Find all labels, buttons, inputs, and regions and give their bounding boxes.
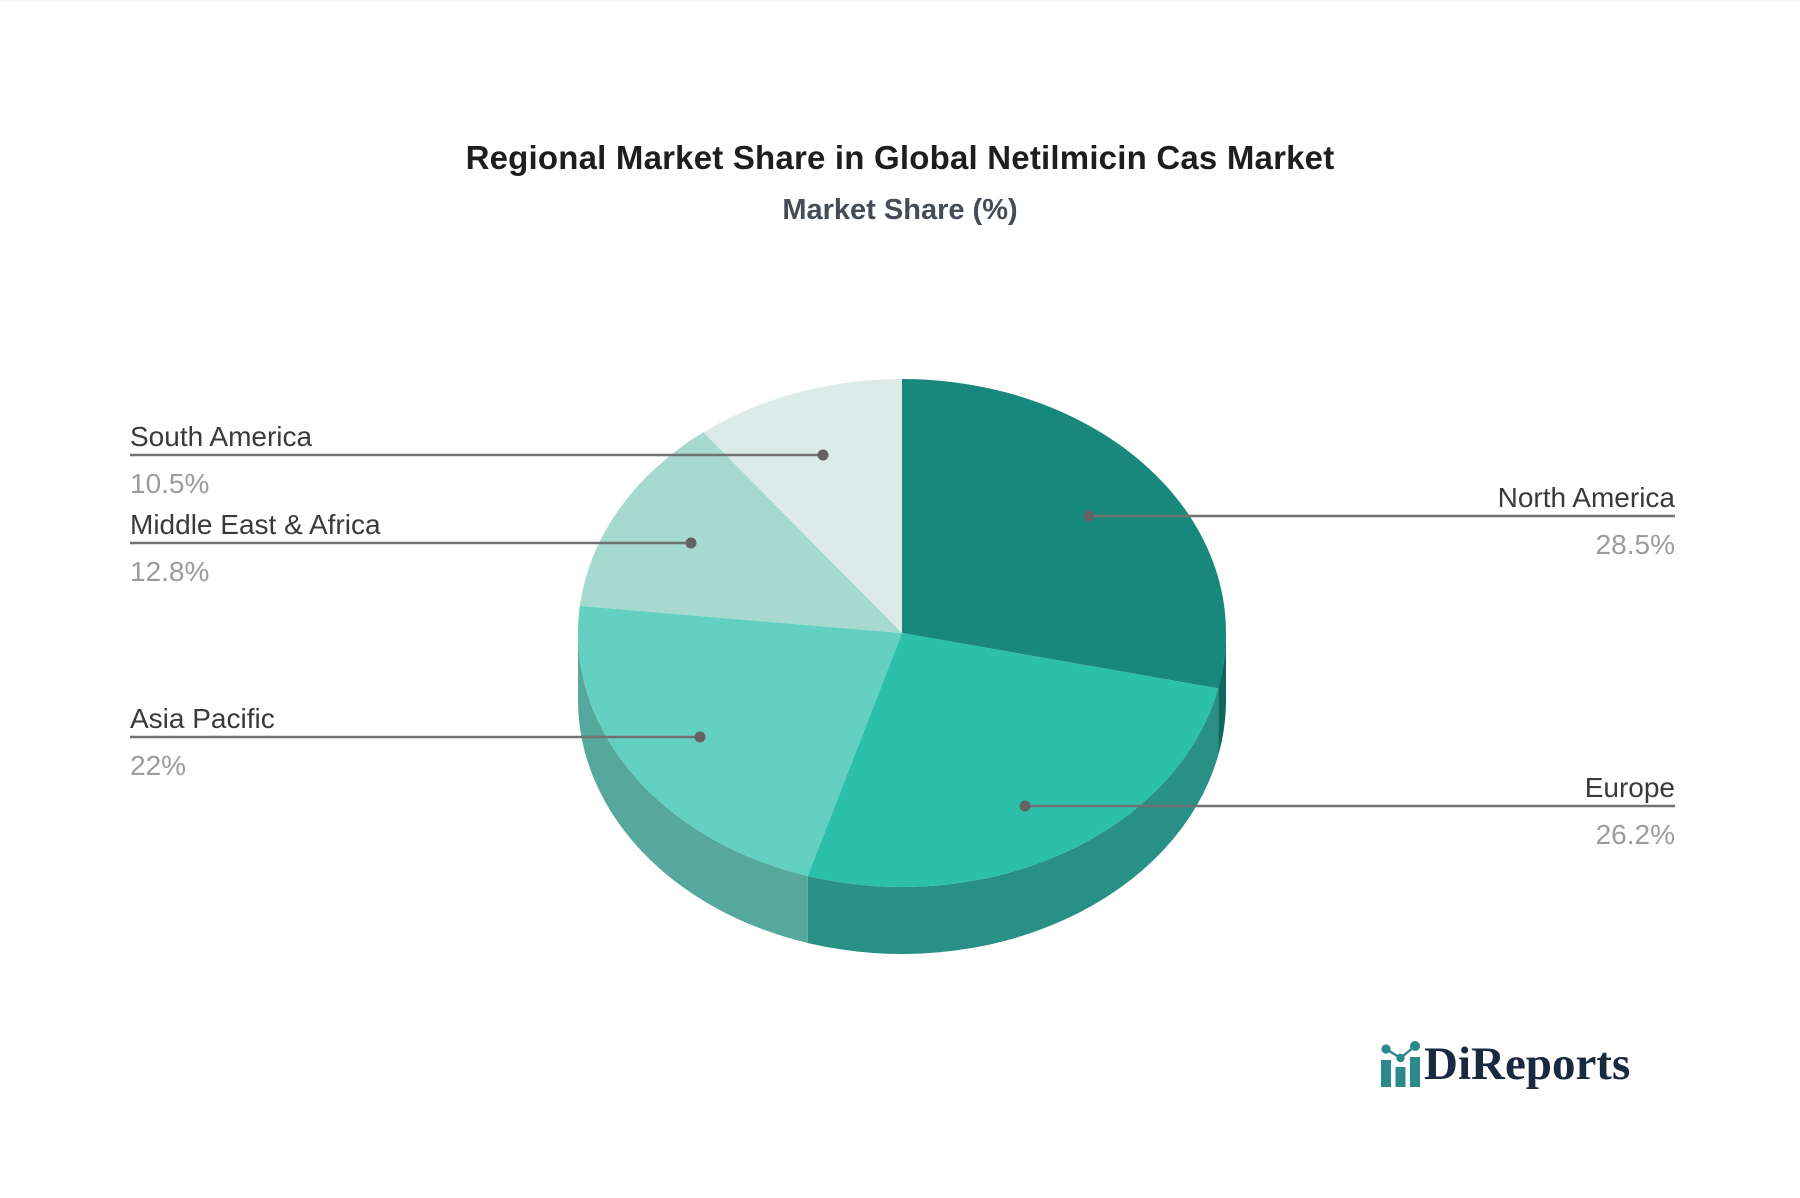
callout-value-europe: 26.2% [1595,819,1675,850]
bar-chart-logo-icon [1381,1041,1420,1087]
callout-value-asia-pacific: 22% [130,750,187,781]
callout-value-north-america: 28.5% [1595,529,1675,560]
chart-canvas: Regional Market Share in Global Netilmic… [0,0,1800,1198]
leader-dot-europe [1019,800,1031,812]
callout-label-north-america: North America [1497,482,1675,513]
callout-label-south-america: South America [130,421,313,452]
leader-dot-south-america [817,449,829,461]
leader-dot-north-america [1083,510,1095,522]
leader-dot-middle-east-africa [685,537,697,549]
logo-text: DiReports [1424,1038,1631,1090]
callout-label-asia-pacific: Asia Pacific [130,703,275,734]
callout-value-south-america: 10.5% [130,468,210,499]
leader-dot-asia-pacific [694,731,706,743]
pie-chart [130,379,1675,954]
callout-label-europe: Europe [1584,772,1675,803]
logo: DiReports [1378,1036,1658,1094]
callout-label-middle-east-africa: Middle East & Africa [130,509,381,540]
callout-value-middle-east-africa: 12.8% [130,556,210,587]
